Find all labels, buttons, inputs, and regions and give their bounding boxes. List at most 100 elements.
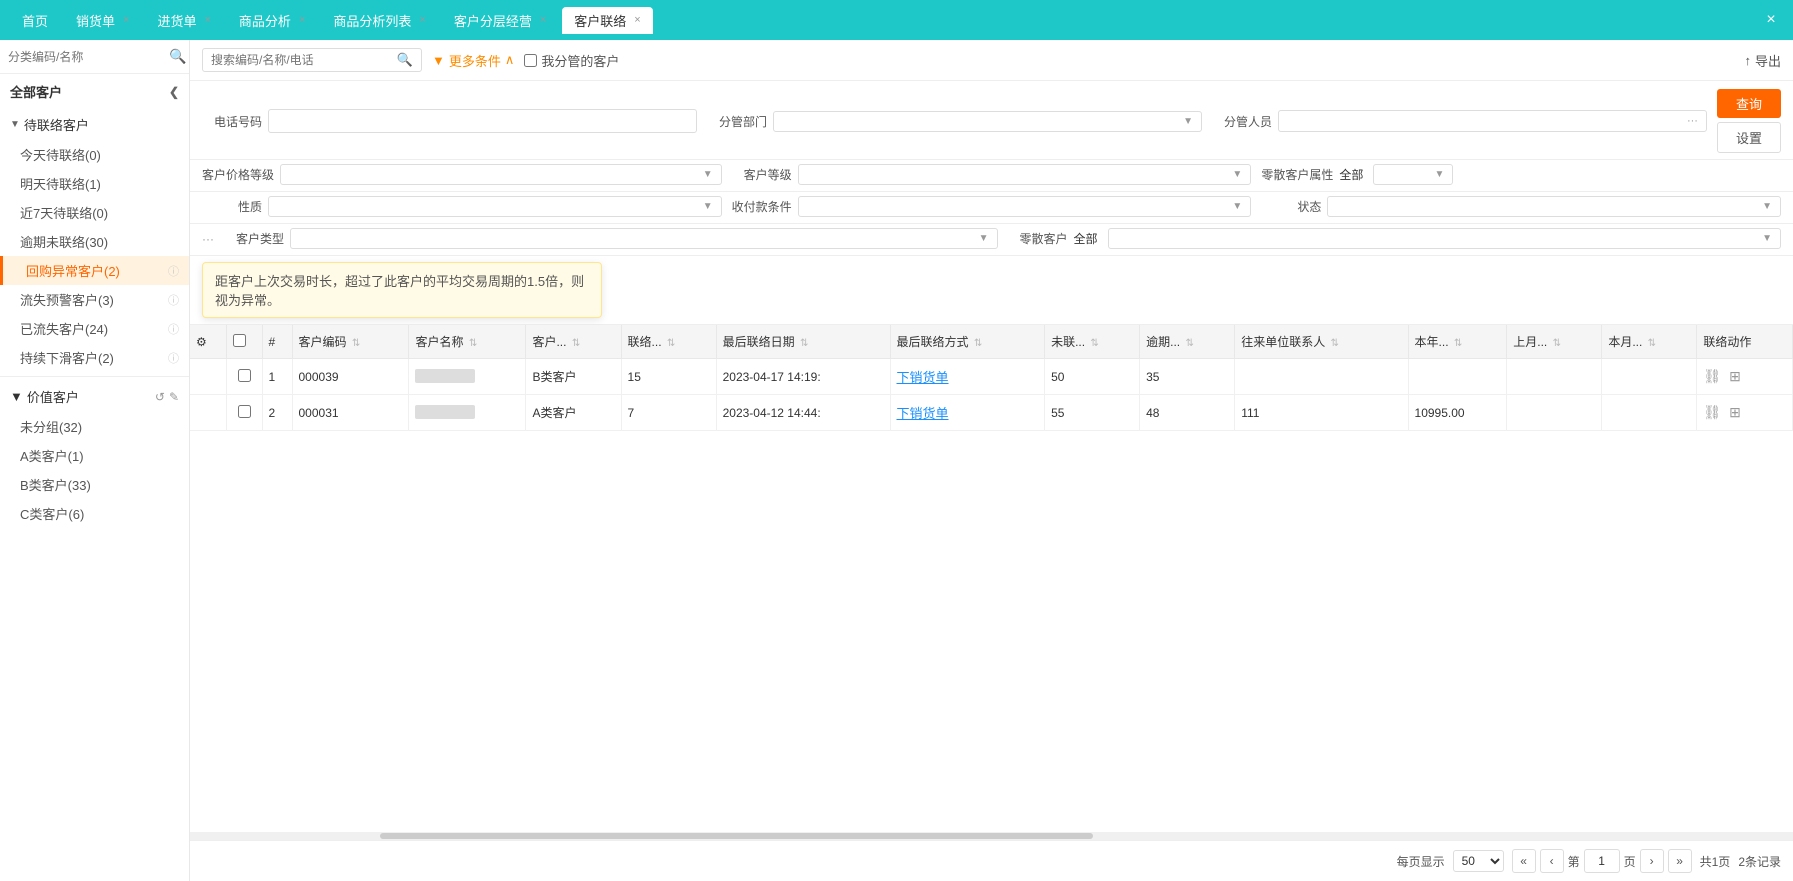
grid-action-icon-2[interactable]: ⊞ <box>1729 404 1741 421</box>
close-all-tabs-button[interactable]: × <box>1759 8 1783 32</box>
nav-close-customer-contact[interactable]: × <box>634 14 640 26</box>
nav-item-customer-contact[interactable]: 客户联络 × <box>562 7 652 34</box>
link-action-icon-2[interactable]: ⛓ <box>1703 404 1721 421</box>
person-filter: 分管人员 ··· <box>1212 110 1707 132</box>
search-box: 🔍 <box>202 48 422 72</box>
td-index-1: 1 <box>262 359 292 395</box>
search-icon[interactable]: 🔍 <box>397 52 413 68</box>
select-all-checkbox[interactable] <box>233 334 246 347</box>
page-number-input[interactable] <box>1584 849 1620 873</box>
sidebar-item-churned[interactable]: 已流失客户(24) ⓘ <box>0 314 189 343</box>
th-overdue: 逾期... ⇅ <box>1140 325 1235 359</box>
horizontal-scrollbar[interactable] <box>190 832 1793 840</box>
edit-icon[interactable]: ✎ <box>169 390 179 404</box>
link-action-icon-1[interactable]: ⛓ <box>1703 368 1721 385</box>
sidebar-item-today[interactable]: 今天待联络(0) <box>0 140 189 169</box>
th-action: 联络动作 <box>1697 325 1793 359</box>
settings-button[interactable]: 设置 <box>1717 122 1781 153</box>
action-icons-2: ⛓ ⊞ <box>1703 404 1786 421</box>
nav-close-analysis[interactable]: × <box>299 14 305 26</box>
nav-item-analysis[interactable]: 商品分析 × <box>227 7 317 34</box>
nav-item-customer-segment[interactable]: 客户分层经营 × <box>442 7 558 34</box>
person-select[interactable]: ··· <box>1278 110 1707 132</box>
sidebar-group-pending[interactable]: ▼ 待联络客户 <box>0 109 189 140</box>
status-filter: 状态 ▼ <box>1261 196 1781 217</box>
sidebar-search-area: 🔍 <box>0 40 189 74</box>
pending-group-label: 待联络客户 <box>24 115 89 134</box>
query-button[interactable]: 查询 <box>1717 89 1781 118</box>
nav-close-customer-segment[interactable]: × <box>540 14 546 26</box>
pagination-controls: « ‹ 第 页 › » <box>1512 849 1692 873</box>
retail-attr-select[interactable]: ▼ <box>1373 164 1453 185</box>
more-conditions-button[interactable]: ▼ 更多条件 ∧ <box>432 51 514 70</box>
customer-name-blurred-1 <box>415 369 475 383</box>
export-button[interactable]: ↑ 导出 <box>1744 51 1781 70</box>
nav-close-purchase[interactable]: × <box>204 14 210 26</box>
td-date-1: 2023-04-17 14:19: <box>716 359 890 395</box>
nature-select[interactable]: ▼ <box>268 196 722 217</box>
customer-type-select[interactable]: ▼ <box>290 228 998 249</box>
action-icons-1: ⛓ ⊞ <box>1703 368 1786 385</box>
churned-label: 已流失客户(24) <box>20 319 168 338</box>
nav-item-analysis-list[interactable]: 商品分析列表 × <box>321 7 437 34</box>
per-page-select[interactable]: 50 20 100 <box>1453 850 1504 872</box>
sidebar-item-7days[interactable]: 近7天待联络(0) <box>0 198 189 227</box>
page-label: 页 <box>1624 853 1636 870</box>
method-link-1[interactable]: 下销货单 <box>897 370 949 385</box>
customer-level-label: 客户等级 <box>732 166 792 183</box>
price-level-select[interactable]: ▼ <box>280 164 722 185</box>
sidebar-item-declining[interactable]: 持续下滑客户(2) ⓘ <box>0 343 189 372</box>
sidebar-item-a-class[interactable]: A类客户(1) <box>0 441 189 470</box>
arrow-icon: ▼ <box>10 119 20 130</box>
th-name: 客户名称 ⇅ <box>409 325 526 359</box>
retail-customer-prefix: 全部 <box>1074 230 1098 247</box>
row-checkbox-2[interactable] <box>238 405 251 418</box>
customer-level-arrow: ▼ <box>1232 169 1242 180</box>
td-contact-1: 15 <box>621 359 716 395</box>
th-settings[interactable]: ⚙ <box>190 325 226 359</box>
my-customers-checkbox[interactable] <box>524 54 537 67</box>
nav-item-sales[interactable]: 销货单 × <box>64 7 141 34</box>
nav-close-analysis-list[interactable]: × <box>419 14 425 26</box>
nav-item-purchase[interactable]: 进货单 × <box>145 7 222 34</box>
more-dots[interactable]: ··· <box>202 232 214 246</box>
nav-item-home[interactable]: 首页 <box>10 7 60 34</box>
row-checkbox-1[interactable] <box>238 369 251 382</box>
first-page-button[interactable]: « <box>1512 849 1536 873</box>
sidebar-group-value[interactable]: ▼ 价值客户 ↺ ✎ <box>0 381 189 412</box>
customer-level-select[interactable]: ▼ <box>798 164 1252 185</box>
nature-arrow: ▼ <box>703 201 713 212</box>
grid-action-icon-1[interactable]: ⊞ <box>1729 368 1741 385</box>
phone-input[interactable] <box>268 109 697 133</box>
retail-attr-filter: 零散客户属性 全部 ▼ <box>1261 164 1781 185</box>
td-not-contacted-2: 55 <box>1045 395 1140 431</box>
sidebar-item-b-class[interactable]: B类客户(33) <box>0 470 189 499</box>
sidebar-item-overdue[interactable]: 逾期未联络(30) <box>0 227 189 256</box>
sidebar-search-icon[interactable]: 🔍 <box>169 48 186 65</box>
sidebar-item-rebuy-anomaly[interactable]: 回购异常客户(2) ⓘ <box>0 256 189 285</box>
td-action-2: ⛓ ⊞ <box>1697 395 1793 431</box>
payment-select[interactable]: ▼ <box>798 196 1252 217</box>
sidebar-item-churn-warning[interactable]: 流失预警客户(3) ⓘ <box>0 285 189 314</box>
last-page-button[interactable]: » <box>1668 849 1692 873</box>
sidebar-item-tomorrow[interactable]: 明天待联络(1) <box>0 169 189 198</box>
method-link-2[interactable]: 下销货单 <box>897 406 949 421</box>
dept-arrow: ▼ <box>1183 116 1193 127</box>
sidebar-item-c-class[interactable]: C类客户(6) <box>0 499 189 528</box>
nav-close-sales[interactable]: × <box>123 14 129 26</box>
scroll-thumb[interactable] <box>380 833 1093 839</box>
overdue-label: 逾期未联络(30) <box>20 232 179 251</box>
sidebar-collapse-icon[interactable]: ❮ <box>169 85 179 99</box>
td-action-1: ⛓ ⊞ <box>1697 359 1793 395</box>
customer-search-input[interactable] <box>211 53 393 67</box>
today-label: 今天待联络(0) <box>20 145 179 164</box>
refresh-icon[interactable]: ↺ <box>155 390 165 404</box>
retail-customer-select[interactable]: ▼ <box>1108 228 1781 249</box>
td-settings-1 <box>190 359 226 395</box>
sidebar-item-ungrouped[interactable]: 未分组(32) <box>0 412 189 441</box>
dept-select[interactable]: ▼ <box>773 111 1202 132</box>
prev-page-button[interactable]: ‹ <box>1540 849 1564 873</box>
sidebar-search-input[interactable] <box>8 50 163 64</box>
status-select[interactable]: ▼ <box>1327 196 1781 217</box>
next-page-button[interactable]: › <box>1640 849 1664 873</box>
